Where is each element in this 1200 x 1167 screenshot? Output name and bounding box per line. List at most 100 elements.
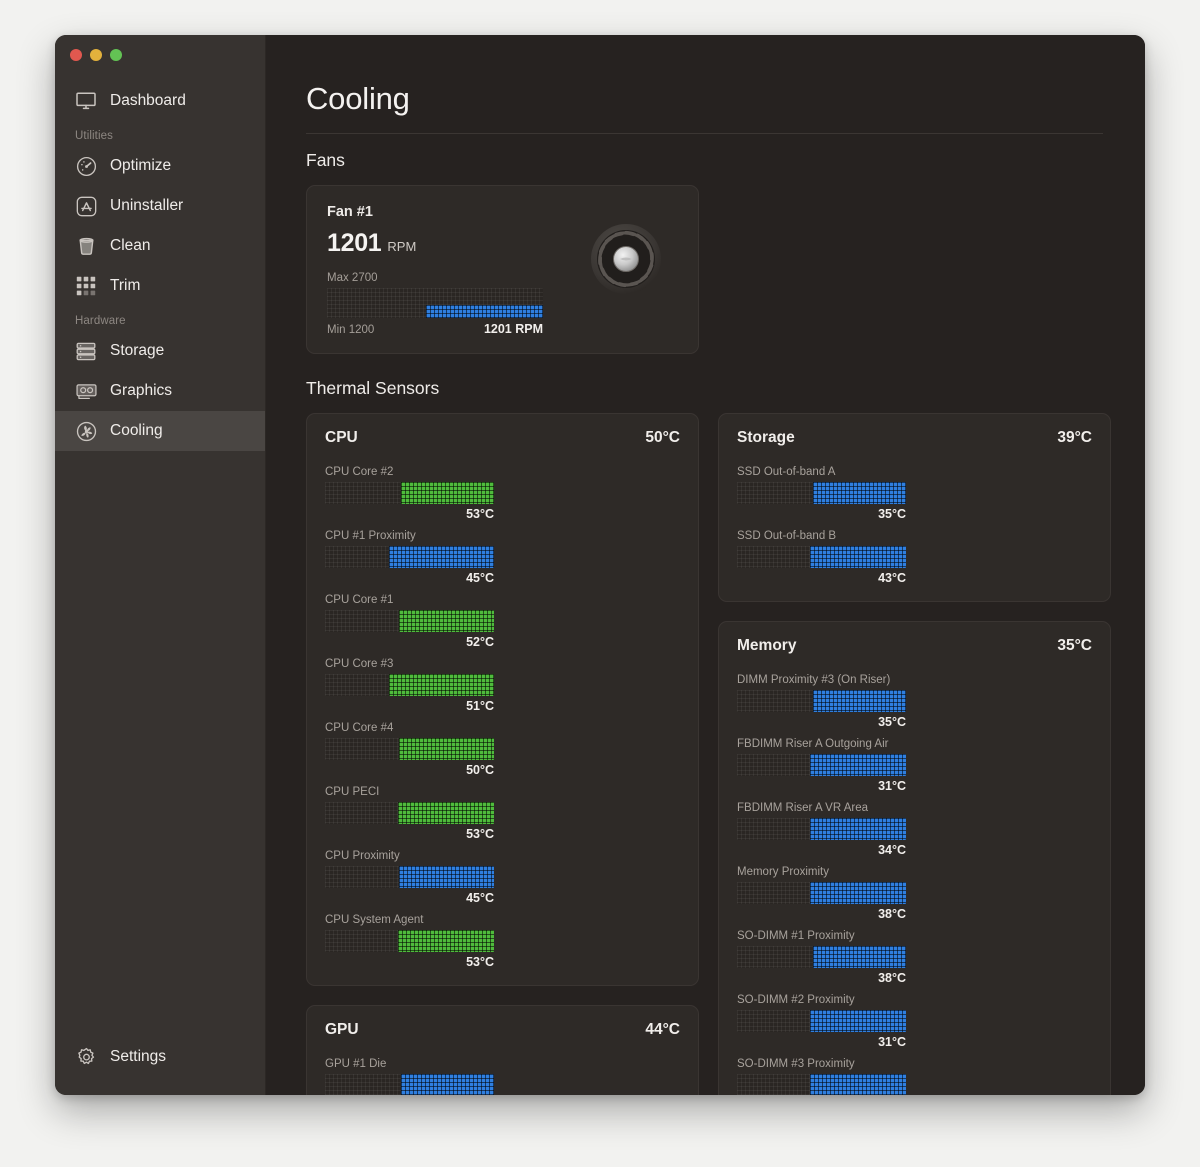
- fan-bar-wrap: [327, 288, 543, 318]
- sensor-item-value: 43°C: [878, 571, 906, 585]
- sensor-item-value: 53°C: [466, 827, 494, 841]
- sensor-card[interactable]: CPU 50°C CPU Core #2 53°C CPU #1 Proximity 45…: [306, 413, 699, 986]
- sensor-item-value: 31°C: [878, 779, 906, 793]
- sensor-meter: [325, 482, 494, 504]
- sensor-item-value: 45°C: [466, 571, 494, 585]
- sensor-item-label: FBDIMM Riser A VR Area: [737, 802, 869, 814]
- sensor-meter: [325, 610, 494, 632]
- sensor-item: Memory Proximity 38°C: [737, 857, 906, 921]
- sidebar-item-label: Settings: [110, 1048, 167, 1066]
- sensor-card[interactable]: GPU44°CGPU #1 Die40°CGPU #1 Proximity39°…: [306, 1005, 699, 1095]
- sensor-card[interactable]: Storage 39°C SSD Out-of-band A 35°C SSD Out-…: [718, 413, 1111, 602]
- fan-rpm-value: 1201: [327, 229, 382, 257]
- sidebar-item-uninstaller[interactable]: Uninstaller: [55, 186, 265, 226]
- section-title-fans: Fans: [306, 150, 345, 170]
- sidebar-item-settings[interactable]: Settings: [55, 1037, 265, 1077]
- sensor-item: CPU Core #4 50°C: [325, 713, 494, 777]
- sensor-item-value: 34°C: [878, 843, 906, 857]
- thermal-sensors-grid: CPU 50°C CPU Core #2 53°C CPU #1 Proximity 45…: [306, 413, 1111, 1095]
- sensor-item-label: SSD Out-of-band A: [737, 466, 836, 478]
- sensor-item-value: 35°C: [878, 507, 906, 521]
- section-title-thermal-sensors: Thermal Sensors: [306, 378, 440, 398]
- sensor-item-label: CPU #1 Proximity: [325, 530, 416, 542]
- fan-wheel-icon: [590, 223, 662, 295]
- thermal-column-left: CPU 50°C CPU Core #2 53°C CPU #1 Proximity 45…: [306, 413, 699, 1095]
- sensor-item: CPU Core #3 51°C: [325, 649, 494, 713]
- sensor-item-label: SSD Out-of-band B: [737, 530, 837, 542]
- sensor-card-header: GPU 44°C: [325, 1021, 680, 1039]
- sensor-card-title: Storage: [737, 429, 795, 446]
- gear-icon: [75, 1046, 97, 1068]
- sensor-item-label: FBDIMM Riser A Outgoing Air: [737, 738, 889, 750]
- sensor-meter-fill: [399, 866, 494, 888]
- sensor-item-value: 31°C: [878, 1035, 906, 1049]
- sensor-card-temperature: 50°C: [645, 429, 680, 446]
- sensor-meter: [737, 546, 906, 568]
- sensor-item-value: 45°C: [466, 891, 494, 905]
- sidebar-item-label: Clean: [110, 237, 151, 255]
- sidebar-item-optimize[interactable]: Optimize: [55, 146, 265, 186]
- fan-rpm-unit: RPM: [387, 239, 417, 254]
- sensor-list: DIMM Proximity #3 (On Riser) 35°C FBDIMM R…: [737, 665, 1092, 1095]
- sensor-meter: [325, 930, 494, 952]
- sensor-meter: [325, 546, 494, 568]
- sensor-item: CPU PECI 53°C: [325, 777, 494, 841]
- sensor-card-header: Storage 39°C: [737, 429, 1092, 447]
- fan-meter-fill: [426, 305, 543, 318]
- sidebar-item-graphics[interactable]: Graphics: [55, 371, 265, 411]
- sensor-item-label: CPU Core #4: [325, 722, 394, 734]
- sensor-item-label: GPU #1 Die: [325, 1058, 387, 1070]
- zoom-button[interactable]: [110, 49, 122, 61]
- app-store-icon: [75, 195, 97, 217]
- minimize-button[interactable]: [90, 49, 102, 61]
- sidebar-footer: Settings: [55, 1037, 265, 1095]
- sensor-card-temperature: 39°C: [1057, 429, 1092, 446]
- fan-card[interactable]: Fan #1 1201 RPM Max 2700 Min 1200 1201 R…: [306, 185, 699, 354]
- sidebar-item-trim[interactable]: Trim: [55, 266, 265, 306]
- sensor-meter-fill: [397, 930, 494, 952]
- sensor-item-value: 53°C: [466, 507, 494, 521]
- sensor-card-header: Memory 35°C: [737, 637, 1092, 655]
- sensor-meter-fill: [389, 674, 494, 696]
- trash-icon: [75, 235, 97, 257]
- page-title: Cooling: [306, 81, 410, 116]
- thermal-column-right: Storage 39°C SSD Out-of-band A 35°C SSD Out-…: [718, 413, 1111, 1095]
- sidebar-nav: Dashboard Utilities Optimize Uninstaller…: [55, 73, 265, 1037]
- sensor-meter-fill: [399, 738, 494, 760]
- sensor-item: FBDIMM Riser A VR Area 34°C: [737, 793, 906, 857]
- sensor-item-label: CPU Proximity: [325, 850, 400, 862]
- sidebar-item-label: Trim: [110, 277, 141, 295]
- sensor-meter: [325, 802, 494, 824]
- sidebar-item-clean[interactable]: Clean: [55, 226, 265, 266]
- content-area[interactable]: Cooling Fans Fan #1 1201 RPM Max 2700 Mi…: [266, 35, 1145, 1095]
- close-button[interactable]: [70, 49, 82, 61]
- fan-meter: [327, 288, 543, 318]
- sensor-meter-fill: [809, 546, 906, 568]
- sidebar-item-label: Storage: [110, 342, 165, 360]
- sidebar-item-label: Uninstaller: [110, 197, 184, 215]
- sensor-meter: [737, 690, 906, 712]
- sidebar-item-storage[interactable]: Storage: [55, 331, 265, 371]
- sensor-meter-fill: [813, 690, 906, 712]
- server-icon: [75, 340, 97, 362]
- sensor-item-label: SO-DIMM #2 Proximity: [737, 994, 855, 1006]
- sensor-meter: [737, 882, 906, 904]
- sidebar-item-label: Cooling: [110, 422, 163, 440]
- sensor-item-value: 38°C: [878, 971, 906, 985]
- sensor-card-temperature: 35°C: [1057, 637, 1092, 654]
- grid-icon: [75, 275, 97, 297]
- sensor-item: DIMM Proximity #3 (On Riser) 35°C: [737, 665, 906, 729]
- sensor-item: SSD Out-of-band A 35°C: [737, 457, 906, 521]
- sidebar-item-dashboard[interactable]: Dashboard: [55, 81, 265, 121]
- fan-meter-footer: Min 1200 1201 RPM: [327, 322, 543, 336]
- sensor-meter-fill: [813, 946, 906, 968]
- sensor-meter: [325, 674, 494, 696]
- sensor-meter-fill: [809, 882, 906, 904]
- sidebar-item-cooling[interactable]: Cooling: [55, 411, 265, 451]
- sensor-card-header: CPU 50°C: [325, 429, 680, 447]
- sensor-meter: [737, 1010, 906, 1032]
- sensor-card-title: GPU: [325, 1021, 359, 1038]
- fan-current-label: 1201 RPM: [483, 322, 543, 336]
- sensor-card[interactable]: Memory 35°C DIMM Proximity #3 (On Riser) 35…: [718, 621, 1111, 1095]
- sensor-item: SO-DIMM #2 Proximity 31°C: [737, 985, 906, 1049]
